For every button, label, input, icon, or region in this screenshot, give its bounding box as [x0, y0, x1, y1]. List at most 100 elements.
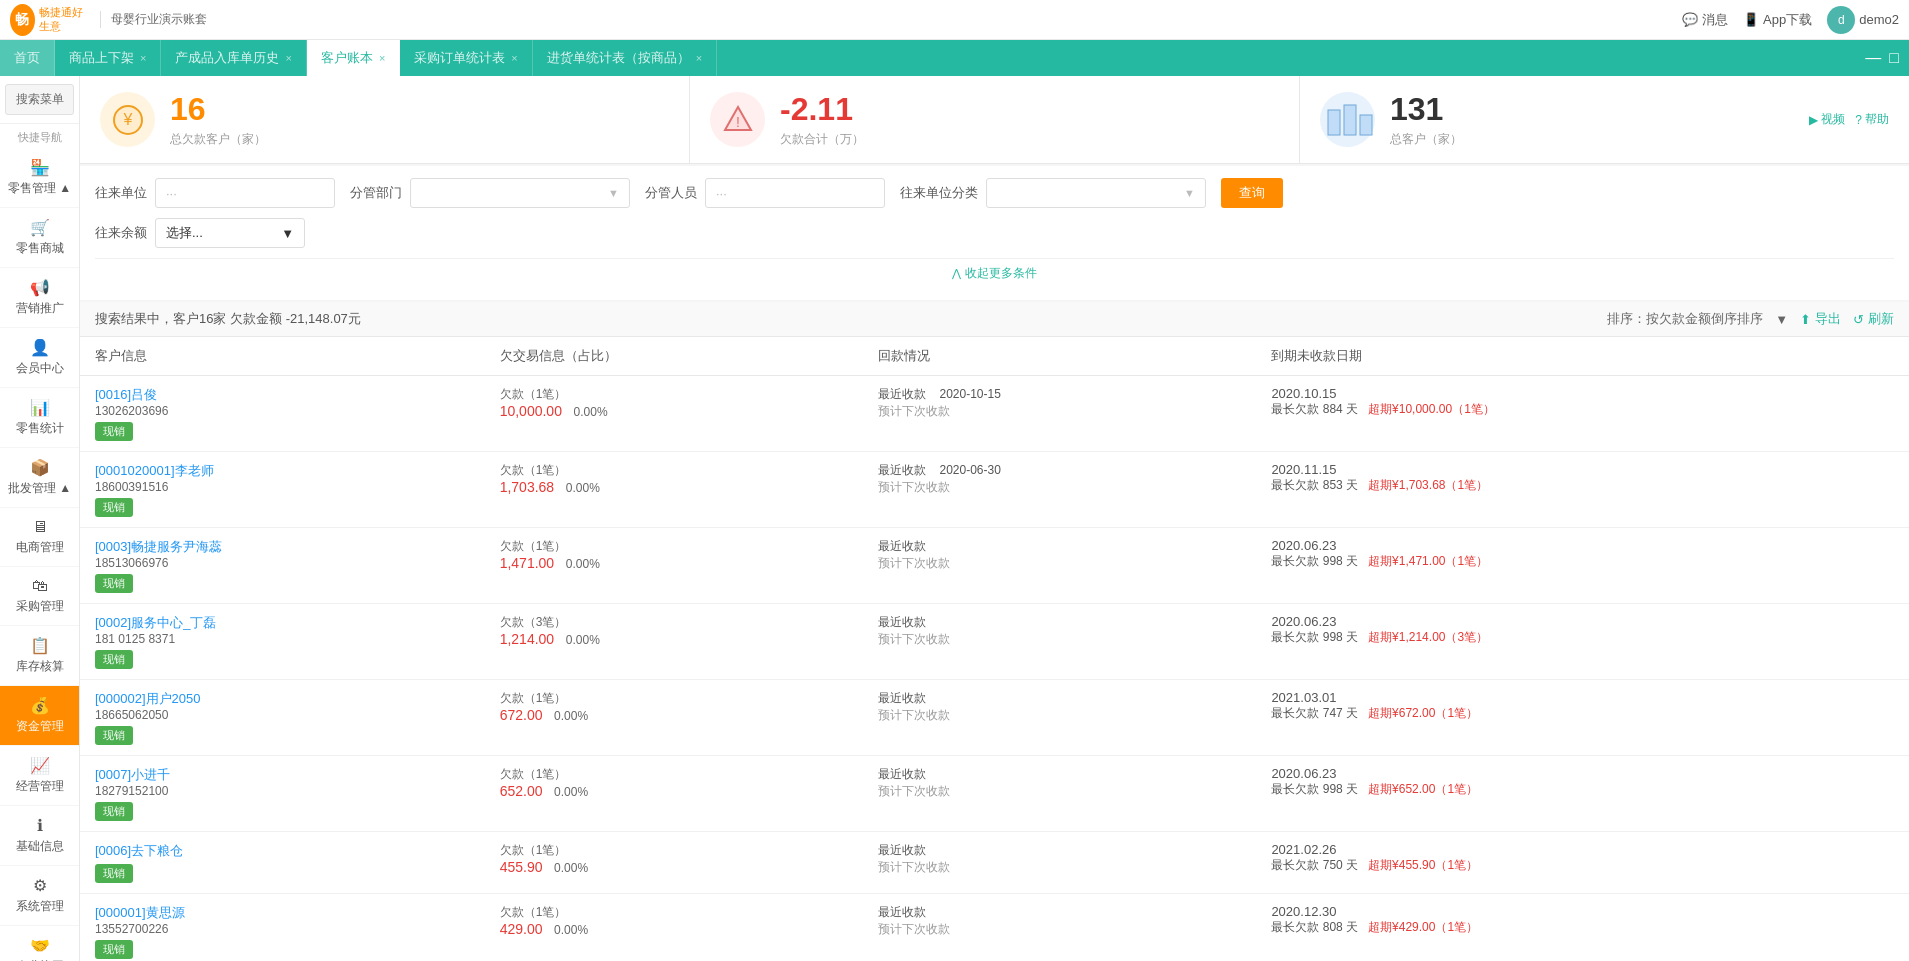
logo-text: 畅捷通好生意 [39, 6, 90, 32]
tab-product-listing[interactable]: 商品上下架 × [55, 40, 161, 76]
dept-input[interactable]: ▼ [410, 178, 630, 208]
collapse-filters-btn[interactable]: ⋀ 收起更多条件 [95, 258, 1894, 288]
debt-percent: 0.00% [566, 633, 600, 647]
col-collection-status: 回款情况 [863, 337, 1256, 376]
sidebar-item-purchase[interactable]: 🛍 采购管理 [0, 567, 79, 626]
last-collect: 最近收款 [878, 842, 1241, 859]
table-row: [0001020001]李老师 18600391516 现销 欠款（1笔） 1,… [80, 452, 1909, 528]
overdue-link[interactable]: 超期¥1,471.00（1笔） [1368, 554, 1488, 568]
overdue-days: 最长欠款 998 天 超期¥1,214.00（3笔） [1271, 629, 1894, 646]
customer-name-link[interactable]: [0007]小进千 [95, 766, 470, 784]
sidebar-item-member[interactable]: 👤 会员中心 [0, 328, 79, 388]
overdue-link[interactable]: 超期¥10,000.00（1笔） [1368, 402, 1495, 416]
customer-name-link[interactable]: [0003]畅捷服务尹海蕊 [95, 538, 470, 556]
sidebar-item-inventory[interactable]: 📋 库存核算 [0, 626, 79, 686]
tab-production-history[interactable]: 产成品入库单历史 × [161, 40, 306, 76]
operations-icon: 📈 [5, 756, 74, 775]
next-collect: 预计下次收款 [878, 783, 1241, 800]
due-date: 2021.02.26 [1271, 842, 1894, 857]
ecommerce-icon: 🖥 [5, 518, 74, 536]
help-btn[interactable]: ? 帮助 [1855, 111, 1889, 128]
close-icon[interactable]: × [285, 52, 291, 64]
debtors-count: 16 [170, 91, 266, 128]
app-download-btn[interactable]: 📱 App下载 [1743, 11, 1812, 29]
minimize-icon[interactable]: — [1865, 49, 1881, 67]
view-video-btn[interactable]: ▶ 视频 [1809, 111, 1845, 128]
mall-icon: 🛒 [5, 218, 74, 237]
cell-collection-3: 最近收款 预计下次收款 [863, 604, 1256, 680]
balance-select[interactable]: 选择... ▼ [155, 218, 305, 248]
search-menu-btn[interactable]: 搜索菜单 [5, 84, 74, 115]
tab-home[interactable]: 首页 [0, 40, 55, 76]
overdue-link[interactable]: 超期¥429.00（1笔） [1368, 920, 1478, 934]
maximize-icon[interactable]: □ [1889, 49, 1899, 67]
tab-purchase-stats[interactable]: 采购订单统计表 × [400, 40, 532, 76]
next-collect: 预计下次收款 [878, 921, 1241, 938]
stat-card-2-info: -2.11 欠款合计（万） [780, 91, 864, 148]
cell-customer-3: [0002]服务中心_丁磊 181 0125 8371 现销 [80, 604, 485, 680]
sidebar-item-retail-stats[interactable]: 📊 零售统计 [0, 388, 79, 448]
debt-amount: 1,703.68 [500, 479, 555, 495]
customer-tag: 现销 [95, 574, 133, 593]
tab-stock-stats[interactable]: 进货单统计表（按商品） × [533, 40, 717, 76]
message-btn[interactable]: 💬 消息 [1682, 11, 1728, 29]
sidebar-item-marketing[interactable]: 📢 营销推广 [0, 268, 79, 328]
sidebar-item-enterprise[interactable]: 🤝 企业协同 [0, 926, 79, 961]
results-summary: 搜索结果中，客户16家 欠款金额 -21,148.07元 [95, 310, 361, 328]
customer-name-link[interactable]: [0006]去下粮仓 [95, 842, 470, 860]
app-subtitle: 母婴行业演示账套 [100, 11, 207, 28]
sidebar-item-wholesale[interactable]: 📦 批发管理 ▲ [0, 448, 79, 508]
customer-name-link[interactable]: [0001020001]李老师 [95, 462, 470, 480]
overdue-link[interactable]: 超期¥652.00（1笔） [1368, 782, 1478, 796]
sidebar-item-ecommerce[interactable]: 🖥 电商管理 [0, 508, 79, 567]
close-icon[interactable]: × [696, 52, 702, 64]
customer-name-link[interactable]: [000002]用户2050 [95, 690, 470, 708]
message-icon: 💬 [1682, 12, 1698, 27]
overdue-link[interactable]: 超期¥455.90（1笔） [1368, 858, 1478, 872]
system-icon: ⚙ [5, 876, 74, 895]
unit-category-input[interactable]: ▼ [986, 178, 1206, 208]
marketing-icon: 📢 [5, 278, 74, 297]
sidebar-item-operations[interactable]: 📈 经营管理 [0, 746, 79, 806]
sidebar-item-system[interactable]: ⚙ 系统管理 [0, 866, 79, 926]
filter-row-2: 往来余额 选择... ▼ [95, 218, 1894, 248]
cell-due-7: 2020.12.30 最长欠款 808 天 超期¥429.00（1笔） [1256, 894, 1909, 962]
sidebar-item-finance[interactable]: 💰 资金管理 [0, 686, 79, 746]
debt-label-text: 欠款（1笔） [500, 386, 849, 403]
stat-card-debtors: ¥ 16 总欠款客户（家） [80, 76, 690, 163]
manager-input[interactable]: ··· [705, 178, 885, 208]
source-unit-input[interactable]: ··· [155, 178, 335, 208]
close-icon[interactable]: × [140, 52, 146, 64]
customer-name-link[interactable]: [0002]服务中心_丁磊 [95, 614, 470, 632]
sidebar-item-basic-info[interactable]: ℹ 基础信息 [0, 806, 79, 866]
debtors-icon: ¥ [100, 92, 155, 147]
customer-tag: 现销 [95, 726, 133, 745]
refresh-btn[interactable]: ↺ 刷新 [1853, 310, 1894, 328]
cell-collection-5: 最近收款 预计下次收款 [863, 756, 1256, 832]
chevron-down-icon: ▼ [608, 187, 619, 199]
due-date: 2021.03.01 [1271, 690, 1894, 705]
close-icon[interactable]: × [379, 52, 385, 64]
stat-card-total: 131 总客户（家） ▶ 视频 ? 帮助 [1300, 76, 1909, 163]
export-icon: ⬆ [1800, 312, 1811, 327]
overdue-link[interactable]: 超期¥1,703.68（1笔） [1368, 478, 1488, 492]
cell-customer-4: [000002]用户2050 18665062050 现销 [80, 680, 485, 756]
customer-name-link[interactable]: [000001]黄思源 [95, 904, 470, 922]
debt-amount: -2.11 [780, 91, 864, 128]
top-bar: 畅 畅捷通好生意 母婴行业演示账套 💬 消息 📱 App下载 d demo2 [0, 0, 1909, 40]
sidebar-item-retail-mgmt[interactable]: 🏪 零售管理 ▲ [0, 148, 79, 208]
close-icon[interactable]: × [511, 52, 517, 64]
cell-debt-2: 欠款（1笔） 1,471.00 0.00% [485, 528, 864, 604]
sidebar-item-retail-mall[interactable]: 🛒 零售商城 [0, 208, 79, 268]
search-btn[interactable]: 查询 [1221, 178, 1283, 208]
table-row: [0007]小进千 18279152100 现销 欠款（1笔） 652.00 0… [80, 756, 1909, 832]
overdue-link[interactable]: 超期¥1,214.00（3笔） [1368, 630, 1488, 644]
overdue-link[interactable]: 超期¥672.00（1笔） [1368, 706, 1478, 720]
table-row: [000002]用户2050 18665062050 现销 欠款（1笔） 672… [80, 680, 1909, 756]
user-avatar-btn[interactable]: d demo2 [1827, 6, 1899, 34]
customer-name-link[interactable]: [0016]吕俊 [95, 386, 470, 404]
overdue-days: 最长欠款 853 天 超期¥1,703.68（1笔） [1271, 477, 1894, 494]
filter-manager: 分管人员 ··· [645, 178, 885, 208]
export-btn[interactable]: ⬆ 导出 [1800, 310, 1841, 328]
tab-customer-account[interactable]: 客户账本 × [307, 40, 400, 76]
